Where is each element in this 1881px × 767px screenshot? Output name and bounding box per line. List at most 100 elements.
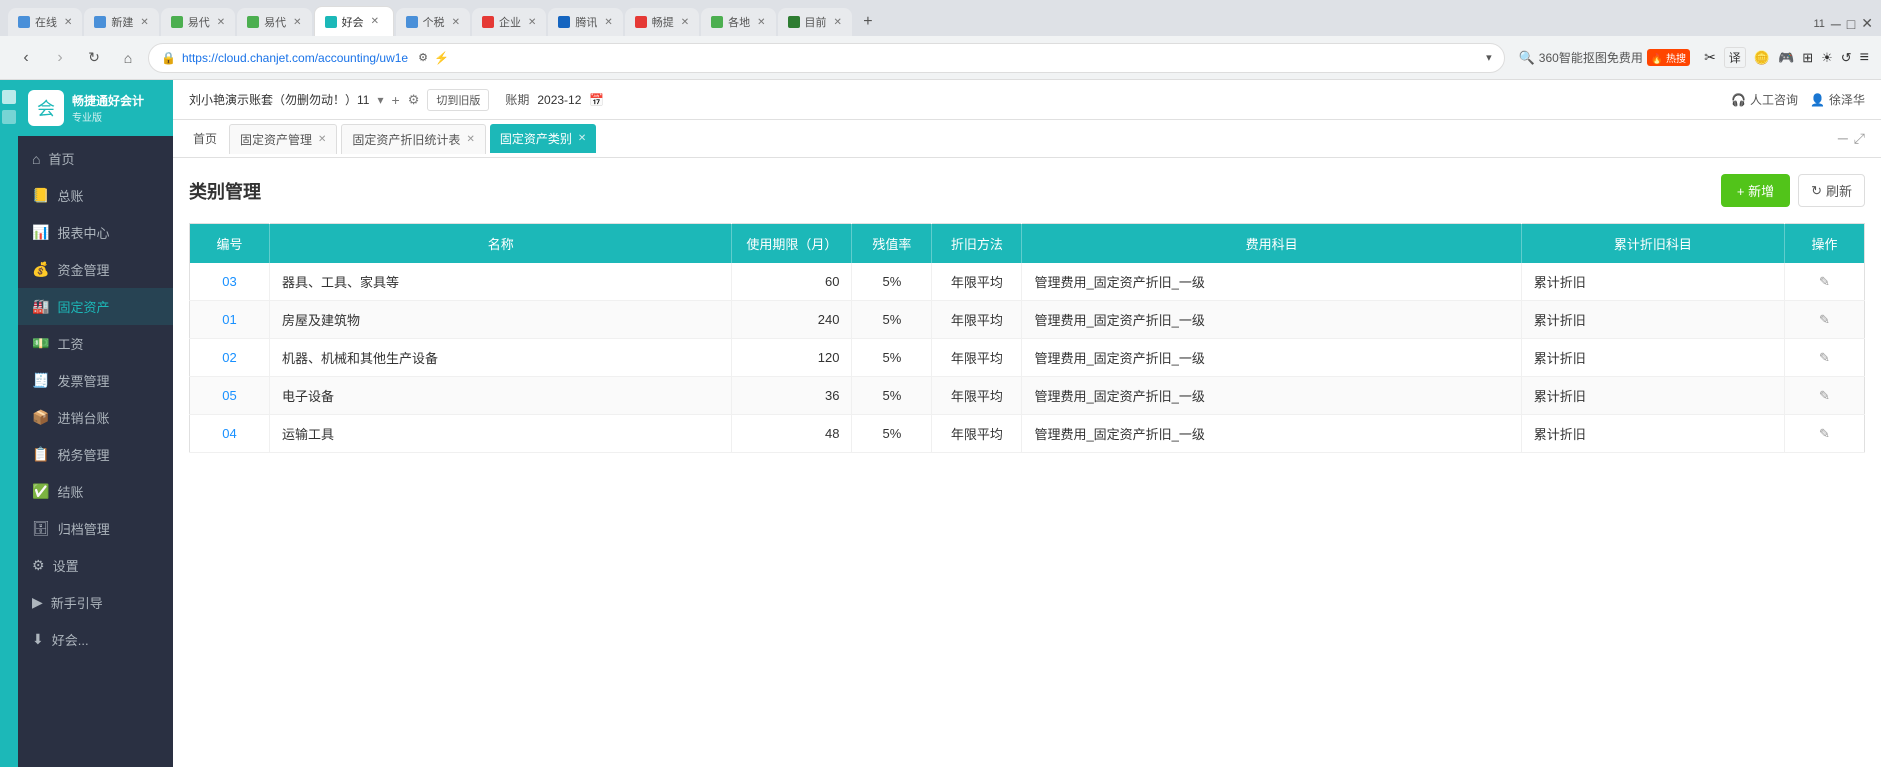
cell-action[interactable]: ✎: [1785, 377, 1865, 415]
sidebar-item-home[interactable]: ⌂ 首页: [18, 140, 173, 177]
cell-expense: 管理费用_固定资产折旧_一级: [1022, 415, 1521, 453]
forward-button[interactable]: ›: [46, 44, 74, 72]
tab-close-icon[interactable]: ✕: [466, 134, 474, 145]
sidebar-item-checkout[interactable]: ✅ 结账: [18, 473, 173, 510]
sidebar-item-tax[interactable]: 📋 税务管理: [18, 436, 173, 473]
undo-icon[interactable]: ↺: [1841, 50, 1852, 66]
tab-close-icon[interactable]: ✕: [757, 17, 765, 28]
page-maximize-icon[interactable]: ⤢: [1854, 130, 1865, 147]
sidebar-item-settings[interactable]: ⚙ 设置: [18, 547, 173, 584]
refresh-button[interactable]: ↻ 刷新: [1798, 174, 1865, 207]
tab-asset-categories[interactable]: 固定资产类别 ✕: [490, 124, 596, 153]
grid-icon[interactable]: ⊞: [1802, 50, 1813, 66]
tab-close-icon[interactable]: ✕: [452, 17, 460, 28]
tab-close-icon[interactable]: ✕: [681, 17, 689, 28]
tab-close-icon[interactable]: ✕: [64, 17, 72, 28]
sidebar-item-guide[interactable]: ▶ 新手引导: [18, 584, 173, 621]
browser-tab-yidai1[interactable]: 易代 ✕: [161, 8, 235, 36]
tab-close-icon[interactable]: ✕: [217, 17, 225, 28]
dropdown-icon[interactable]: ▾: [1486, 51, 1492, 64]
scissors-icon[interactable]: ✂: [1704, 49, 1716, 66]
sidebar-item-archive[interactable]: 🗄 归档管理: [18, 510, 173, 547]
browser-tab-gedi[interactable]: 各地 ✕: [701, 8, 775, 36]
dropdown-arrow[interactable]: ▾: [377, 93, 383, 107]
browser-tab-muqian[interactable]: 目前 ✕: [778, 8, 852, 36]
browser-tab-qiye[interactable]: 企业 ✕: [472, 8, 546, 36]
tab-depreciation-stats[interactable]: 固定资产折旧统计表 ✕: [341, 124, 485, 154]
tab-close-icon[interactable]: ✕: [834, 17, 842, 28]
reload-button[interactable]: ↻: [80, 44, 108, 72]
sidebar-item-fixed-assets[interactable]: 🏭 固定资产: [18, 288, 173, 325]
menu-icon[interactable]: ≡: [1860, 49, 1869, 67]
browser-tab-geshui[interactable]: 个税 ✕: [396, 8, 470, 36]
sun-icon[interactable]: ☀: [1821, 50, 1833, 66]
ledger-icon: 📒: [32, 187, 49, 204]
add-account-button[interactable]: +: [392, 92, 400, 108]
inventory-icon: 📦: [32, 409, 49, 426]
switch-version-button[interactable]: 切到旧版: [427, 89, 489, 111]
browser-tab-new[interactable]: 新建 ✕: [84, 8, 158, 36]
consult-button[interactable]: 🎧 人工咨询: [1731, 91, 1798, 108]
minimize-button[interactable]: ─: [1831, 16, 1841, 32]
cell-action[interactable]: ✎: [1785, 263, 1865, 301]
strip-icon-1[interactable]: [2, 90, 16, 104]
sidebar-item-reports[interactable]: 📊 报表中心: [18, 214, 173, 251]
strip-icon-2[interactable]: [2, 110, 16, 124]
col-header-months: 使用期限（月）: [732, 224, 852, 264]
browser-tab-tengxun[interactable]: 腾讯 ✕: [548, 8, 622, 36]
calendar-icon[interactable]: 📅: [589, 93, 604, 107]
user-avatar[interactable]: 👤 徐泽华: [1810, 91, 1865, 108]
close-button[interactable]: ✕: [1861, 15, 1873, 32]
sidebar-item-more[interactable]: ⬇ 好会...: [18, 621, 173, 658]
top-bar: 刘小艳演示账套（勿删勿动！）11 ▾ + ⚙ 切到旧版 账期 2023-12 📅…: [173, 80, 1881, 120]
game-icon[interactable]: 🎮: [1778, 50, 1794, 66]
page-content: 类别管理 + 新增 ↻ 刷新 编号 名称 使用期限（月） 残值率: [173, 158, 1881, 767]
page-minimize-icon[interactable]: ─: [1838, 130, 1848, 147]
sidebar-item-invoice[interactable]: 🧾 发票管理: [18, 362, 173, 399]
site-menu-icon[interactable]: ⚙: [418, 51, 428, 64]
add-button[interactable]: + 新增: [1721, 174, 1790, 207]
sidebar-item-label: 新手引导: [51, 593, 103, 612]
tab-label: 易代: [188, 14, 210, 30]
cell-action[interactable]: ✎: [1785, 339, 1865, 377]
table-row: 04 运输工具 48 5% 年限平均 管理费用_固定资产折旧_一级 累计折旧 ✎: [190, 415, 1865, 453]
cell-code: 03: [190, 263, 270, 301]
cell-residual: 5%: [852, 339, 932, 377]
currency-icon[interactable]: 🪙: [1754, 50, 1770, 66]
tab-close-icon[interactable]: ✕: [140, 17, 148, 28]
sidebar-logo: 会 畅捷通好会计 专业版: [18, 80, 173, 136]
tab-close-icon-active[interactable]: ✕: [371, 16, 379, 27]
tab-close-icon-active[interactable]: ✕: [578, 133, 586, 144]
cell-action[interactable]: ✎: [1785, 301, 1865, 339]
sidebar-item-ledger[interactable]: 📒 总账: [18, 177, 173, 214]
translate-icon[interactable]: 译: [1724, 47, 1746, 68]
tab-fixed-assets-mgmt[interactable]: 固定资产管理 ✕: [229, 124, 337, 154]
back-button[interactable]: ‹: [12, 44, 40, 72]
home-nav-button[interactable]: ⌂: [114, 44, 142, 72]
maximize-button[interactable]: □: [1847, 16, 1855, 32]
browser-tab-zaixian[interactable]: 在线 ✕: [8, 8, 82, 36]
sidebar-item-inventory[interactable]: 📦 进销台账: [18, 399, 173, 436]
address-bar[interactable]: 🔒 https://cloud.chanjet.com/accounting/u…: [148, 43, 1505, 73]
settings-button-topbar[interactable]: ⚙: [408, 92, 420, 108]
cell-action[interactable]: ✎: [1785, 415, 1865, 453]
cell-accumulated: 累计折旧: [1521, 339, 1784, 377]
account-name: 刘小艳演示账套（勿删勿动！）11: [189, 91, 369, 108]
new-tab-button[interactable]: +: [854, 8, 882, 36]
browser-tab-yidai2[interactable]: 易代 ✕: [237, 8, 311, 36]
cell-name: 房屋及建筑物: [270, 301, 732, 339]
tab-close-icon[interactable]: ✕: [293, 17, 301, 28]
breadcrumb-home-link[interactable]: 首页: [189, 124, 221, 153]
cell-accumulated: 累计折旧: [1521, 415, 1784, 453]
hot-tag: 🔥 热搜: [1647, 49, 1690, 66]
col-header-code: 编号: [190, 224, 270, 264]
sidebar-item-funds[interactable]: 💰 资金管理: [18, 251, 173, 288]
sidebar-item-label: 好会...: [52, 630, 89, 649]
tab-close-icon[interactable]: ✕: [604, 17, 612, 28]
funds-icon: 💰: [32, 261, 49, 278]
tab-close-icon[interactable]: ✕: [528, 17, 536, 28]
browser-tab-active[interactable]: 好会 ✕: [314, 6, 394, 36]
browser-tab-changti[interactable]: 畅提 ✕: [625, 8, 699, 36]
sidebar-item-payroll[interactable]: 💵 工资: [18, 325, 173, 362]
tab-close-icon[interactable]: ✕: [318, 134, 326, 145]
